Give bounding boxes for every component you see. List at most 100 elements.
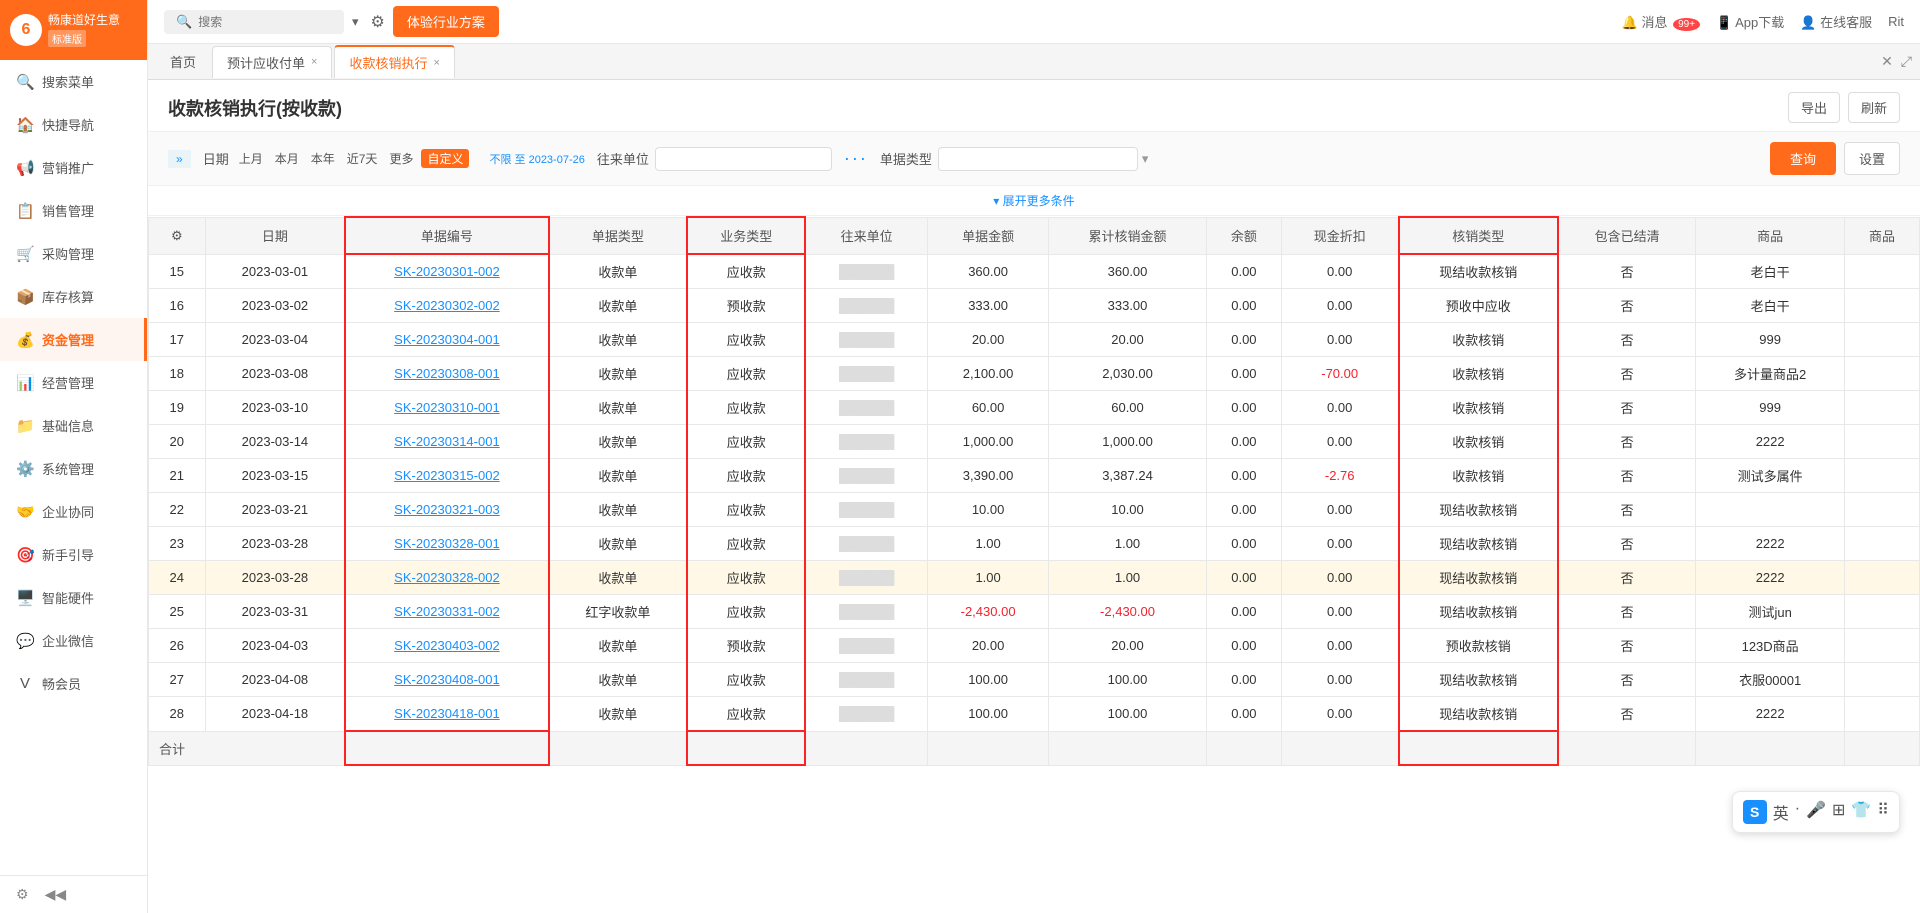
tab-home[interactable]: 首页: [156, 46, 210, 77]
expand-more-button[interactable]: ▾ 展开更多条件: [993, 192, 1074, 209]
close-all-icon[interactable]: ✕: [1881, 53, 1893, 70]
cell-bill-no[interactable]: SK-20230302-002: [345, 289, 548, 323]
industry-solution-button[interactable]: 体验行业方案: [393, 6, 499, 37]
bill-no-link[interactable]: SK-20230315-002: [394, 468, 500, 483]
cell-bill-no[interactable]: SK-20230308-001: [345, 357, 548, 391]
sidebar-item-search[interactable]: 🔍搜索菜单: [0, 60, 147, 103]
th-accum-cancel[interactable]: 累计核销金额: [1049, 217, 1207, 254]
table-row[interactable]: 21 2023-03-15 SK-20230315-002 收款单 应收款 ██…: [149, 459, 1920, 493]
cell-bill-no[interactable]: SK-20230408-001: [345, 663, 548, 697]
th-gear[interactable]: ⚙: [149, 217, 206, 254]
cell-bill-no[interactable]: SK-20230304-001: [345, 323, 548, 357]
table-row[interactable]: 18 2023-03-08 SK-20230308-001 收款单 应收款 ██…: [149, 357, 1920, 391]
table-row[interactable]: 22 2023-03-21 SK-20230321-003 收款单 应收款 ██…: [149, 493, 1920, 527]
bill-no-link[interactable]: SK-20230308-001: [394, 366, 500, 381]
cell-bill-no[interactable]: SK-20230418-001: [345, 697, 548, 732]
bill-no-link[interactable]: SK-20230310-001: [394, 400, 500, 415]
prepay-tab-close[interactable]: ×: [311, 56, 317, 68]
bill-no-link[interactable]: SK-20230304-001: [394, 332, 500, 347]
table-row[interactable]: 25 2023-03-31 SK-20230331-002 红字收款单 应收款 …: [149, 595, 1920, 629]
partner-filter-input[interactable]: [655, 147, 832, 171]
date-opt-7days[interactable]: 近7天: [343, 149, 382, 168]
bill-no-link[interactable]: SK-20230328-002: [394, 570, 500, 585]
th-include-settled[interactable]: 包含已结清: [1558, 217, 1696, 254]
table-row[interactable]: 16 2023-03-02 SK-20230302-002 收款单 预收款 ██…: [149, 289, 1920, 323]
user-name[interactable]: Rit: [1888, 14, 1904, 29]
th-biz-type[interactable]: 业务类型: [687, 217, 805, 254]
date-opt-this-month[interactable]: 本月: [271, 149, 303, 168]
table-row[interactable]: 17 2023-03-04 SK-20230304-001 收款单 应收款 ██…: [149, 323, 1920, 357]
sidebar-item-guide[interactable]: 🎯新手引导: [0, 533, 147, 576]
th-cancel-type[interactable]: 核销类型: [1399, 217, 1558, 254]
date-opt-this-year[interactable]: 本年: [307, 149, 339, 168]
bill-no-link[interactable]: SK-20230408-001: [394, 672, 500, 687]
bill-no-link[interactable]: SK-20230321-003: [394, 502, 500, 517]
setting-button[interactable]: 设置: [1844, 142, 1900, 175]
sidebar-item-purchase[interactable]: 🛒采购管理: [0, 232, 147, 275]
table-row[interactable]: 19 2023-03-10 SK-20230310-001 收款单 应收款 ██…: [149, 391, 1920, 425]
export-button[interactable]: 导出: [1788, 92, 1840, 123]
expand-icon[interactable]: ⤢: [1901, 53, 1912, 70]
topbar-search-box[interactable]: 🔍: [164, 10, 344, 34]
cell-bill-no[interactable]: SK-20230321-003: [345, 493, 548, 527]
sidebar-item-collab[interactable]: 🤝企业协同: [0, 490, 147, 533]
bill-no-link[interactable]: SK-20230314-001: [394, 434, 500, 449]
sidebar-item-marketing[interactable]: 📢营销推广: [0, 146, 147, 189]
floating-icon-grid[interactable]: ⊞: [1832, 800, 1845, 824]
th-bill-amount[interactable]: 单据金额: [928, 217, 1049, 254]
th-balance[interactable]: 余额: [1206, 217, 1281, 254]
filter-collapse-button[interactable]: »: [168, 150, 191, 168]
th-date[interactable]: 日期: [205, 217, 345, 254]
search-input[interactable]: [198, 15, 318, 29]
online-service-link[interactable]: 👤 在线客服: [1800, 12, 1872, 31]
table-row[interactable]: 23 2023-03-28 SK-20230328-001 收款单 应收款 ██…: [149, 527, 1920, 561]
cell-bill-no[interactable]: SK-20230403-002: [345, 629, 548, 663]
sidebar-item-wechat[interactable]: 💬企业微信: [0, 619, 147, 662]
receipt-type-dropdown-icon[interactable]: ▾: [1142, 151, 1149, 167]
table-row[interactable]: 26 2023-04-03 SK-20230403-002 收款单 预收款 ██…: [149, 629, 1920, 663]
floating-icon-english[interactable]: 英: [1773, 800, 1789, 824]
bill-no-link[interactable]: SK-20230301-002: [394, 264, 500, 279]
th-bill-type[interactable]: 单据类型: [549, 217, 688, 254]
refresh-button[interactable]: 刷新: [1848, 92, 1900, 123]
bill-no-link[interactable]: SK-20230418-001: [394, 706, 500, 721]
date-opt-custom[interactable]: 自定义: [421, 149, 469, 168]
receipt-type-input[interactable]: [938, 147, 1138, 171]
th-product[interactable]: 商品: [1696, 217, 1845, 254]
bill-no-link[interactable]: SK-20230403-002: [394, 638, 500, 653]
app-download-link[interactable]: 📱 App下载: [1716, 12, 1784, 31]
tab-receipt-cancel[interactable]: 收款核销执行 ×: [334, 45, 454, 78]
cell-bill-no[interactable]: SK-20230328-002: [345, 561, 548, 595]
bill-no-link[interactable]: SK-20230328-001: [394, 536, 500, 551]
gear-icon[interactable]: ⚙: [371, 12, 385, 32]
date-opt-more[interactable]: 更多: [385, 149, 417, 168]
sidebar-item-operations[interactable]: 📊经营管理: [0, 361, 147, 404]
sidebar-item-finance[interactable]: 💰资金管理: [0, 318, 147, 361]
bill-no-link[interactable]: SK-20230331-002: [394, 604, 500, 619]
table-row[interactable]: 24 2023-03-28 SK-20230328-002 收款单 应收款 ██…: [149, 561, 1920, 595]
sidebar-item-basic[interactable]: 📁基础信息: [0, 404, 147, 447]
table-row[interactable]: 20 2023-03-14 SK-20230314-001 收款单 应收款 ██…: [149, 425, 1920, 459]
th-product2[interactable]: 商品: [1844, 217, 1919, 254]
floating-icon-shirt[interactable]: 👕: [1851, 800, 1871, 824]
sidebar-item-member[interactable]: V畅会员: [0, 662, 147, 705]
floating-icon-mic[interactable]: 🎤: [1806, 800, 1826, 824]
settings-icon[interactable]: ⚙: [16, 886, 29, 903]
bill-no-link[interactable]: SK-20230302-002: [394, 298, 500, 313]
tab-prepay[interactable]: 预计应收付单 ×: [212, 46, 332, 78]
sidebar-item-inventory[interactable]: 📦库存核算: [0, 275, 147, 318]
table-row[interactable]: 15 2023-03-01 SK-20230301-002 收款单 应收款 ██…: [149, 254, 1920, 289]
floating-icon-apps[interactable]: ⠿: [1877, 800, 1889, 824]
cell-bill-no[interactable]: SK-20230328-001: [345, 527, 548, 561]
sidebar-item-quicknav[interactable]: 🏠快捷导航: [0, 103, 147, 146]
cell-bill-no[interactable]: SK-20230301-002: [345, 254, 548, 289]
date-opt-last-month[interactable]: 上月: [235, 149, 267, 168]
th-partner[interactable]: 往来单位: [805, 217, 927, 254]
sidebar-item-system[interactable]: ⚙️系统管理: [0, 447, 147, 490]
collapse-icon[interactable]: ◀◀: [45, 886, 67, 903]
th-cash-discount[interactable]: 现金折扣: [1281, 217, 1398, 254]
receipt-cancel-tab-close[interactable]: ×: [433, 57, 439, 69]
cell-bill-no[interactable]: SK-20230331-002: [345, 595, 548, 629]
cell-bill-no[interactable]: SK-20230310-001: [345, 391, 548, 425]
sidebar-item-hardware[interactable]: 🖥️智能硬件: [0, 576, 147, 619]
